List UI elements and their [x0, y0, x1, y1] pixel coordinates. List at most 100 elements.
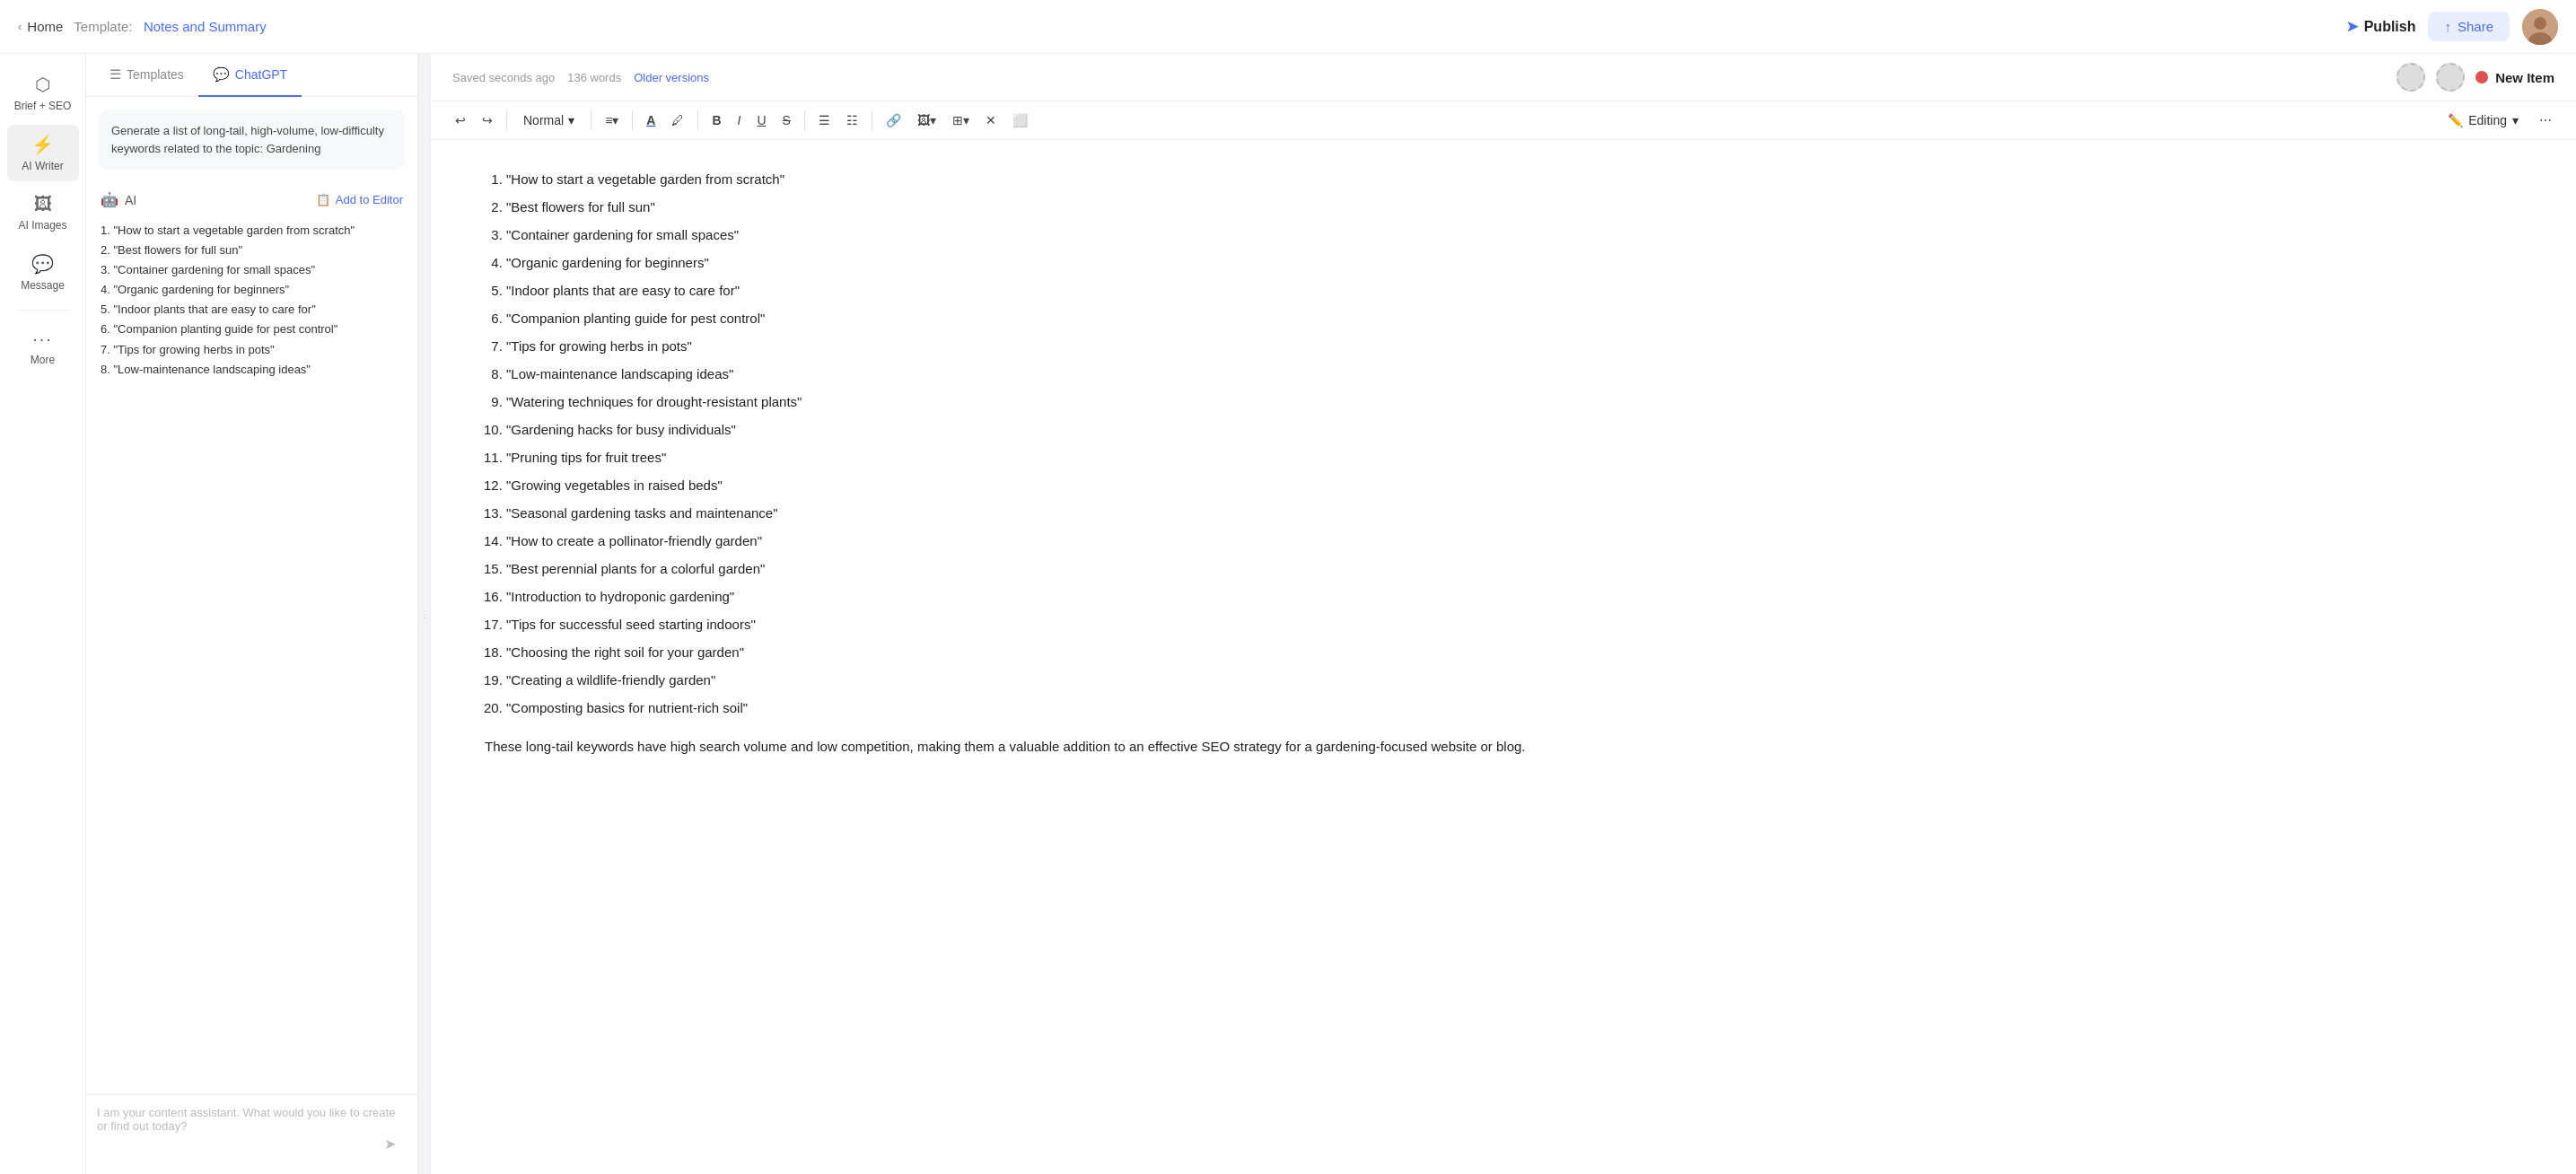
- bullet-list-button[interactable]: ☰: [812, 109, 837, 132]
- list-item: "Seasonal gardening tasks and maintenanc…: [506, 501, 2522, 525]
- sidebar-divider: [16, 310, 70, 311]
- list-item: "Pruning tips for fruit trees": [506, 445, 2522, 469]
- align-chevron: ▾: [612, 113, 618, 127]
- italic-button[interactable]: I: [732, 109, 748, 132]
- left-sidebar: ⬡ Brief + SEO ⚡ AI Writer 🖼 AI Images 💬 …: [0, 54, 86, 1174]
- list-item: "Choosing the right soil for your garden…: [506, 640, 2522, 664]
- list-item: "Best perennial plants for a colorful ga…: [506, 556, 2522, 581]
- toolbar-separator-3: [632, 110, 633, 130]
- image-button[interactable]: 🖼 ▾: [911, 109, 942, 132]
- editing-label: Editing: [2468, 113, 2507, 127]
- word-count: 136 words: [567, 71, 621, 84]
- avatar-image: [2522, 9, 2558, 45]
- tab-chatgpt-label: ChatGPT: [235, 67, 287, 82]
- editor-meta-left: Saved seconds ago 136 words Older versio…: [452, 71, 709, 84]
- align-button[interactable]: ≡ ▾: [599, 109, 625, 132]
- list-item: "Tips for successful seed starting indoo…: [506, 612, 2522, 636]
- collaborator-avatar-1: [2396, 63, 2425, 92]
- undo-icon: ↩: [455, 113, 466, 127]
- undo-button[interactable]: ↩: [449, 109, 472, 132]
- highlight-button[interactable]: 🖊: [665, 109, 690, 132]
- clear-format-icon: ✕: [986, 113, 996, 127]
- editing-selector[interactable]: ✏️ Editing ▾: [2437, 109, 2529, 132]
- toolbar-separator-4: [697, 110, 698, 130]
- brief-seo-icon: ⬡: [35, 74, 50, 95]
- table-button[interactable]: ⊞ ▾: [946, 109, 976, 132]
- list-item: "How to create a pollinator-friendly gar…: [506, 529, 2522, 553]
- older-versions-link[interactable]: Older versions: [634, 71, 709, 84]
- home-link[interactable]: ‹ Home: [18, 19, 63, 34]
- editor-content[interactable]: "How to start a vegetable garden from sc…: [431, 140, 2576, 1174]
- sidebar-label-brief-seo: Brief + SEO: [14, 100, 72, 112]
- panel: ☰ Templates 💬 ChatGPT Generate a list of…: [86, 54, 418, 1174]
- sidebar-item-brief-seo[interactable]: ⬡ Brief + SEO: [7, 65, 79, 121]
- saved-status: Saved seconds ago: [452, 71, 555, 84]
- publish-button[interactable]: ➤ Publish: [2346, 18, 2416, 35]
- list-item: "Watering techniques for drought-resista…: [506, 390, 2522, 414]
- style-selector[interactable]: Normal ▾: [514, 109, 583, 132]
- resize-handle[interactable]: ⋮: [418, 54, 431, 1174]
- pencil-icon: ✏️: [2448, 113, 2463, 127]
- embed-button[interactable]: ⬜: [1006, 109, 1034, 132]
- list-item: "Organic gardening for beginners": [506, 250, 2522, 275]
- templates-icon: ☰: [110, 66, 121, 83]
- clear-format-button[interactable]: ✕: [979, 109, 1003, 132]
- more-icon: ···: [32, 329, 53, 349]
- tab-chatgpt[interactable]: 💬 ChatGPT: [198, 54, 302, 97]
- ai-label-text: AI: [125, 193, 136, 207]
- chat-input-wrapper: ➤: [97, 1106, 407, 1163]
- editor-meta-right: New Item: [2396, 63, 2554, 92]
- sidebar-item-message[interactable]: 💬 Message: [7, 244, 79, 301]
- editor-toolbar: ↩ ↪ Normal ▾ ≡ ▾ A 🖊 B: [431, 101, 2576, 140]
- ai-writer-icon: ⚡: [31, 134, 54, 155]
- chat-input[interactable]: [97, 1106, 407, 1160]
- editing-chevron: ▾: [2512, 113, 2519, 127]
- send-icon[interactable]: ➤: [384, 1135, 396, 1152]
- strikethrough-icon: S: [783, 113, 791, 127]
- new-item-button[interactable]: New Item: [2475, 70, 2554, 85]
- editor-area: Saved seconds ago 136 words Older versio…: [431, 54, 2576, 1174]
- chevron-left-icon: ‹: [18, 20, 22, 33]
- image-chevron: ▾: [930, 113, 936, 127]
- embed-icon: ⬜: [1012, 113, 1028, 127]
- more-options-button[interactable]: ⋯: [2533, 109, 2558, 132]
- style-label: Normal: [523, 113, 564, 127]
- list-item: "How to start a vegetable garden from sc…: [506, 167, 2522, 191]
- add-to-editor-button[interactable]: 📋 Add to Editor: [316, 193, 403, 206]
- redo-button[interactable]: ↪: [476, 109, 499, 132]
- sidebar-item-more[interactable]: ··· More: [23, 320, 62, 375]
- link-button[interactable]: 🔗: [880, 109, 907, 132]
- text-color-button[interactable]: A: [640, 109, 662, 132]
- numbered-list-icon: ☷: [846, 113, 858, 127]
- bold-icon: B: [712, 113, 721, 127]
- list-item: "Low-maintenance landscaping ideas": [506, 362, 2522, 386]
- underline-button[interactable]: U: [750, 109, 772, 132]
- align-icon: ≡: [605, 113, 612, 127]
- share-button[interactable]: ↑ Share: [2428, 12, 2510, 41]
- list-item: "Introduction to hydroponic gardening": [506, 584, 2522, 609]
- ai-response-section: 🤖 AI 📋 Add to Editor 1. "How to start a …: [86, 182, 417, 1094]
- sidebar-item-ai-writer[interactable]: ⚡ AI Writer: [7, 125, 79, 181]
- template-prompt-text: Generate a list of long-tail, high-volum…: [111, 124, 384, 155]
- style-chevron-icon: ▾: [568, 113, 574, 127]
- ai-label: 🤖 AI: [101, 191, 136, 208]
- tab-templates[interactable]: ☰ Templates: [95, 54, 198, 97]
- bold-button[interactable]: B: [705, 109, 727, 132]
- editor-footer-text: These long-tail keywords have high searc…: [485, 734, 2522, 758]
- numbered-list-button[interactable]: ☷: [840, 109, 864, 132]
- svg-point-1: [2534, 17, 2546, 30]
- ai-robot-icon: 🤖: [101, 191, 118, 208]
- list-item: "Growing vegetables in raised beds": [506, 473, 2522, 497]
- publish-icon: ➤: [2346, 18, 2358, 35]
- share-label: Share: [2458, 19, 2493, 34]
- highlight-icon: 🖊: [671, 113, 684, 127]
- bullet-list-icon: ☰: [819, 113, 830, 127]
- strikethrough-button[interactable]: S: [776, 109, 797, 132]
- link-icon: 🔗: [886, 113, 901, 127]
- top-bar: ‹ Home Template: Notes and Summary ➤ Pub…: [0, 0, 2576, 54]
- older-versions-label: Older versions: [634, 71, 709, 84]
- sidebar-item-ai-images[interactable]: 🖼 AI Images: [7, 185, 79, 241]
- avatar[interactable]: [2522, 9, 2558, 45]
- top-bar-left: ‹ Home Template: Notes and Summary: [18, 19, 267, 34]
- ai-response-content: 1. "How to start a vegetable garden from…: [86, 214, 417, 1094]
